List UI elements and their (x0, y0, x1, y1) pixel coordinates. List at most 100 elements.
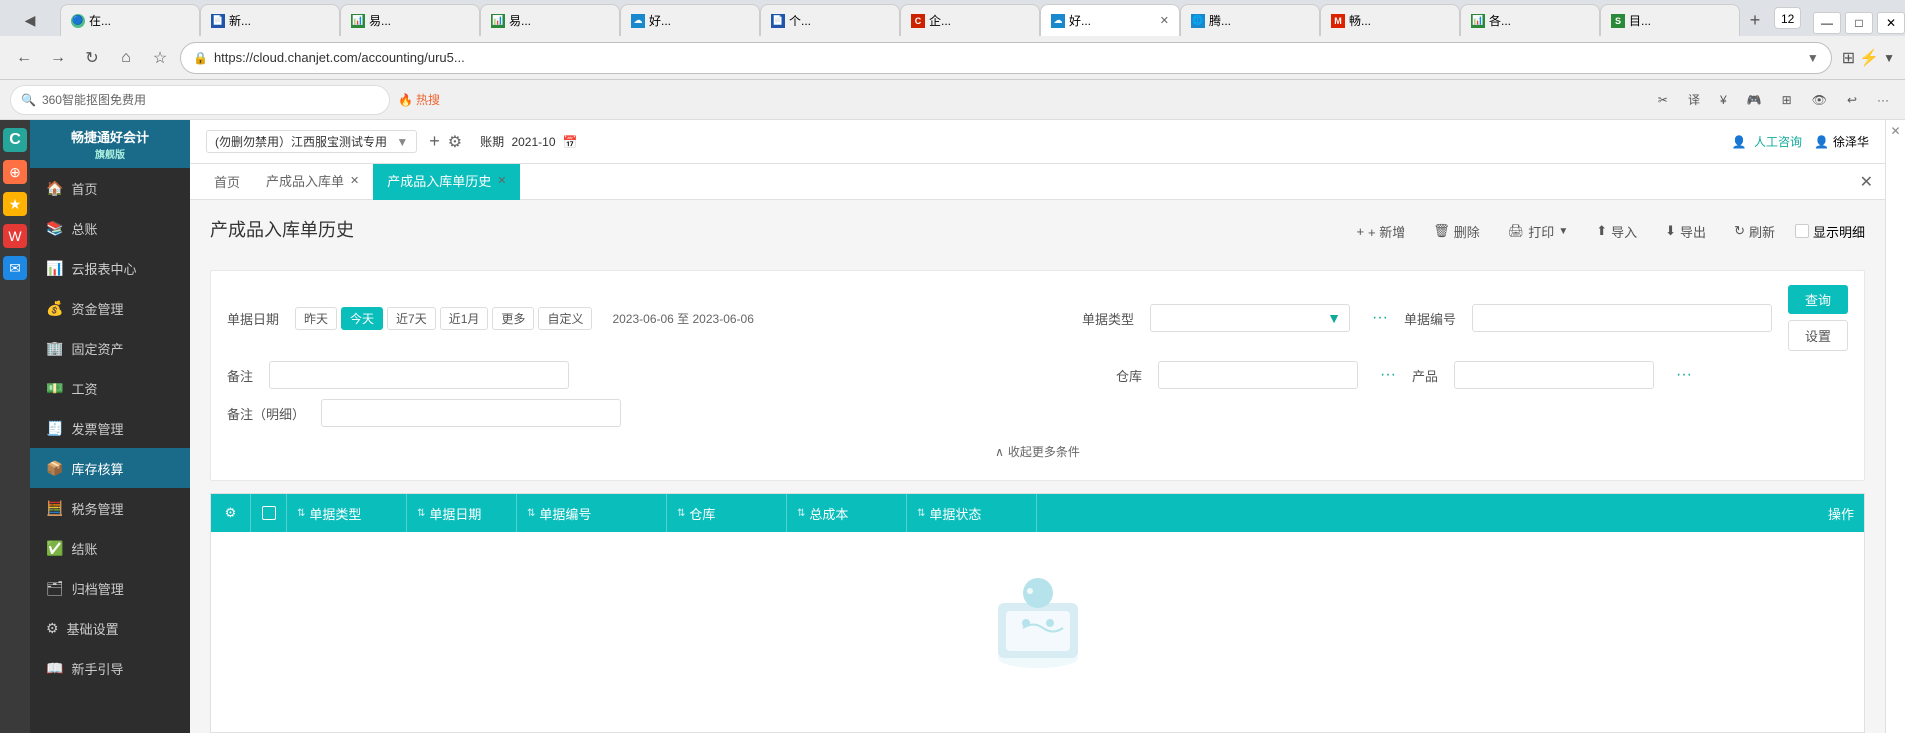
export-btn[interactable]: ⬇ 导出 (1657, 218, 1714, 245)
sidebar-item-settings[interactable]: ⚙ 基础设置 (30, 608, 190, 648)
company-selector[interactable]: (勿删勿禁用）江西服宝测试专用 ▼ (206, 130, 417, 153)
date-btn-7days[interactable]: 近7天 (387, 307, 436, 330)
col-type[interactable]: ⇅ 单据类型 (287, 494, 407, 532)
calendar-icon[interactable]: 📅 (563, 135, 578, 149)
tab-3[interactable]: 📊 易... (340, 4, 480, 36)
tab-5[interactable]: ☁ 好... (620, 4, 760, 36)
col-gear[interactable]: ⚙ (211, 494, 251, 532)
tab-product-stock[interactable]: 产成品入库单 ✕ (252, 164, 373, 200)
import-btn[interactable]: ⬆ 导入 (1588, 218, 1645, 245)
bookmark-btn[interactable]: ☆ (146, 44, 174, 72)
col-check[interactable] (251, 494, 287, 532)
eye-tool[interactable]: 👁 (1806, 93, 1833, 107)
sidebar-item-guide[interactable]: 📖 新手引导 (30, 648, 190, 688)
sidebar-item-inventory[interactable]: 📦 库存核算 (30, 448, 190, 488)
print-btn[interactable]: 🖨 打印 ▼ (1500, 218, 1576, 245)
sidebar-item-checkout[interactable]: ✅ 结账 (30, 528, 190, 568)
scissors-tool[interactable]: ✂ (1652, 93, 1674, 107)
tab-product-stock-close[interactable]: ✕ (350, 174, 359, 187)
yuan-tool[interactable]: ¥ (1714, 93, 1733, 107)
settings-btn[interactable]: 设置 (1788, 320, 1848, 351)
back-button[interactable]: ← (10, 44, 38, 72)
tab-6[interactable]: 📄 个... (760, 4, 900, 36)
sidebar-item-report[interactable]: 📊 云报表中心 (30, 248, 190, 288)
sidebar-item-archive[interactable]: 🗂 归档管理 (30, 568, 190, 608)
sidebar-item-invoice[interactable]: 🧾 发票管理 (30, 408, 190, 448)
date-btn-1month[interactable]: 近1月 (440, 307, 489, 330)
col-warehouse[interactable]: ⇅ 仓库 (667, 494, 787, 532)
close-btn[interactable]: ✕ (1877, 12, 1905, 34)
lightning-icon[interactable]: ⚡ (1859, 48, 1879, 68)
address-expand-icon[interactable]: ▼ (1807, 51, 1819, 65)
translate-tool[interactable]: 译 (1682, 91, 1706, 108)
tab-product-stock-history[interactable]: 产成品入库单历史 ✕ (373, 164, 520, 200)
delete-btn[interactable]: 🗑 删除 (1425, 218, 1488, 245)
product-more-icon[interactable]: ··· (1676, 366, 1692, 384)
minimize-btn[interactable]: — (1813, 12, 1841, 34)
date-btn-yesterday[interactable]: 昨天 (295, 307, 337, 330)
tab-back-btn[interactable]: ◀ (16, 6, 44, 34)
tab-8-close[interactable]: ✕ (1160, 14, 1169, 27)
number-input[interactable] (1472, 304, 1772, 332)
tab-count-badge[interactable]: 12 (1774, 7, 1801, 29)
dropdown-icon[interactable]: ▼ (1883, 51, 1895, 65)
header-checkbox[interactable] (262, 506, 276, 520)
refresh-browser-btn[interactable]: ↻ (78, 44, 106, 72)
product-select[interactable] (1454, 361, 1654, 389)
sidebar-item-funds[interactable]: 💰 资金管理 (30, 288, 190, 328)
strip-icon-3[interactable]: ★ (3, 192, 27, 216)
tab-11[interactable]: 📊 各... (1460, 4, 1600, 36)
grid-icon[interactable]: ⊞ (1842, 48, 1855, 68)
strip-icon-4[interactable]: W (3, 224, 27, 248)
tab-8[interactable]: ☁ 好... ✕ (1040, 4, 1180, 36)
breadcrumb-home[interactable]: 首页 (202, 172, 252, 191)
col-num[interactable]: ⇅ 单据编号 (517, 494, 667, 532)
tab-4[interactable]: 📊 易... (480, 4, 620, 36)
tab-9[interactable]: 🌐 腾... (1180, 4, 1320, 36)
sidebar-item-assets[interactable]: 🏢 固定资产 (30, 328, 190, 368)
address-bar[interactable]: 🔒 https://cloud.chanjet.com/accounting/u… (180, 42, 1832, 74)
type-select[interactable]: ▼ (1150, 304, 1350, 332)
right-panel-close-btn[interactable]: ✕ (1889, 124, 1903, 138)
service-btn[interactable]: 👤 人工咨询 (1732, 133, 1802, 150)
tab-10[interactable]: M 畅... (1320, 4, 1460, 36)
collapse-btn[interactable]: ∧ 收起更多条件 (989, 437, 1086, 466)
settings-gear-icon[interactable]: ⚙ (448, 132, 462, 152)
col-cost[interactable]: ⇅ 总成本 (787, 494, 907, 532)
search-box[interactable]: 🔍 360智能抠图免费用 (10, 85, 390, 115)
type-more-icon[interactable]: ··· (1372, 309, 1388, 327)
strip-icon-2[interactable]: ⊕ (3, 160, 27, 184)
new-tab-btn[interactable]: + (1740, 4, 1770, 36)
warehouse-more-icon[interactable]: ··· (1380, 366, 1396, 384)
user-avatar[interactable]: 👤 徐泽华 (1814, 133, 1869, 150)
home-browser-btn[interactable]: ⌂ (112, 44, 140, 72)
query-btn[interactable]: 查询 (1788, 285, 1848, 314)
strip-icon-5[interactable]: ✉ (3, 256, 27, 280)
tab-7[interactable]: C 企... (900, 4, 1040, 36)
col-date[interactable]: ⇅ 单据日期 (407, 494, 517, 532)
forward-button[interactable]: → (44, 44, 72, 72)
tab-12[interactable]: S 目... (1600, 4, 1740, 36)
more-tool[interactable]: ··· (1871, 93, 1895, 107)
strip-icon-1[interactable]: C (3, 128, 27, 152)
add-btn[interactable]: + (429, 131, 440, 152)
tab-product-stock-history-close[interactable]: ✕ (497, 174, 506, 187)
sidebar-item-ledger[interactable]: 📚 总账 (30, 208, 190, 248)
remark-input[interactable] (269, 361, 569, 389)
tab-1[interactable]: 🔵 在... (60, 4, 200, 36)
sidebar-item-tax[interactable]: 🧮 税务管理 (30, 488, 190, 528)
tab-2[interactable]: 📄 新... (200, 4, 340, 36)
sidebar-item-home[interactable]: 🏠 首页 (30, 168, 190, 208)
warehouse-select[interactable] (1158, 361, 1358, 389)
refresh-content-btn[interactable]: ↻ 刷新 (1726, 218, 1783, 245)
game-tool[interactable]: 🎮 (1741, 93, 1768, 107)
panel-close-btn[interactable]: ✕ (1860, 172, 1873, 192)
restore-btn[interactable]: □ (1845, 12, 1873, 34)
date-btn-today[interactable]: 今天 (341, 307, 383, 330)
hot-search[interactable]: 🔥 热搜 (398, 91, 440, 108)
sidebar-header[interactable]: 畅捷通好会计 旗舰版 (30, 120, 190, 168)
date-btn-custom[interactable]: 自定义 (538, 307, 592, 330)
new-btn[interactable]: + + 新增 (1348, 218, 1413, 245)
layout-tool[interactable]: ⊞ (1776, 93, 1798, 107)
sidebar-item-salary[interactable]: 💵 工资 (30, 368, 190, 408)
